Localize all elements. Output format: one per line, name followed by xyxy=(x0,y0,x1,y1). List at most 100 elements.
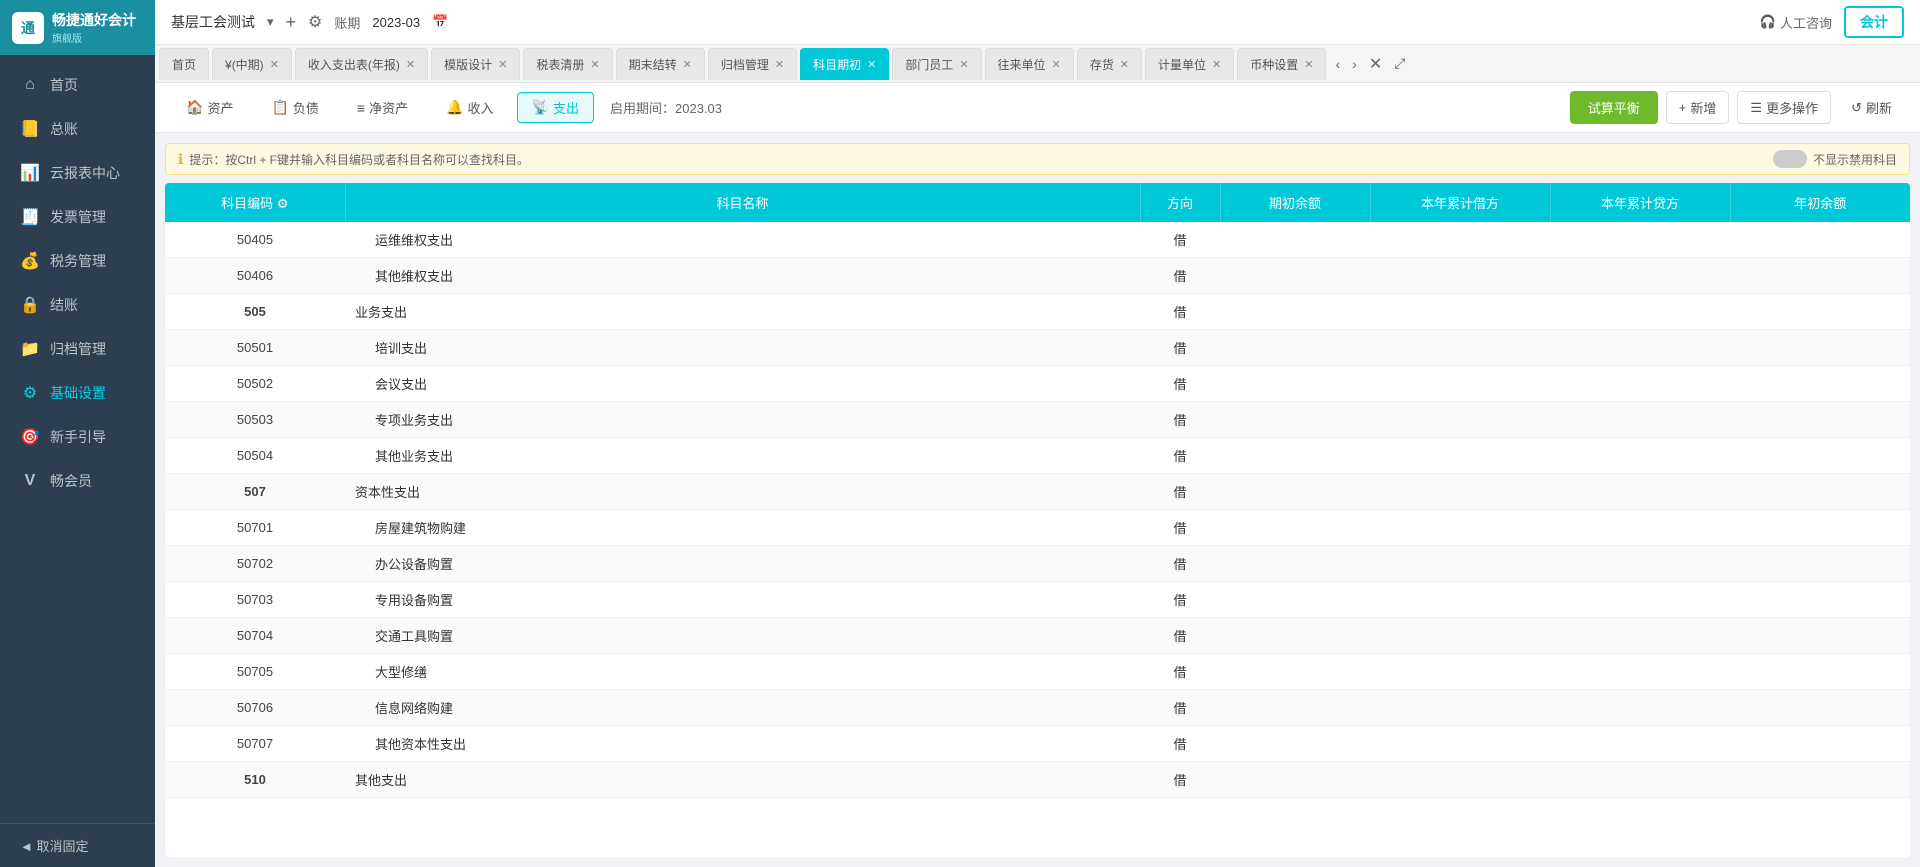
calendar-icon[interactable]: 📅 xyxy=(432,14,448,30)
table-row[interactable]: 510 其他支出 借 xyxy=(165,762,1910,798)
tab-inventory[interactable]: 存货 ✕ xyxy=(1077,48,1142,80)
cell-dir: 借 xyxy=(1140,474,1220,510)
sidebar-item-close[interactable]: 🔒 结账 xyxy=(0,283,155,327)
sidebar-item-label: 总账 xyxy=(50,119,78,139)
table-row[interactable]: 50706 信息网络购建 借 xyxy=(165,690,1910,726)
cell-name: 其他支出 xyxy=(345,762,1140,798)
cell-code: 50707 xyxy=(165,726,345,762)
sidebar-item-invoice[interactable]: 🧾 发票管理 xyxy=(0,195,155,239)
tab-unit[interactable]: 计量单位 ✕ xyxy=(1145,48,1234,80)
tab-close-icon[interactable]: ✕ xyxy=(1052,58,1061,71)
tab-subjectperiod[interactable]: 科目期初 ✕ xyxy=(800,48,889,80)
company-dropdown[interactable]: ▾ xyxy=(267,14,274,30)
sidebar-item-reports[interactable]: 📊 云报表中心 xyxy=(0,151,155,195)
income-btn[interactable]: 🔔 收入 xyxy=(431,92,508,123)
tab-partner[interactable]: 往来单位 ✕ xyxy=(985,48,1074,80)
cell-name: 专项业务支出 xyxy=(345,402,1140,438)
table-row[interactable]: 50504 其他业务支出 借 xyxy=(165,438,1910,474)
refresh-icon: ↺ xyxy=(1851,100,1862,116)
tab-dept[interactable]: 部门员工 ✕ xyxy=(892,48,981,80)
column-settings-icon[interactable]: ⚙ xyxy=(277,196,289,212)
table-row[interactable]: 50406 其他维权支出 借 xyxy=(165,258,1910,294)
tab-close-icon[interactable]: ✕ xyxy=(498,58,507,71)
table-row[interactable]: 505 业务支出 借 xyxy=(165,294,1910,330)
table-row[interactable]: 50704 交通工具购置 借 xyxy=(165,618,1910,654)
asset-label: 资产 xyxy=(207,98,233,117)
tab-close-icon[interactable]: ✕ xyxy=(406,58,415,71)
table-row[interactable]: 50503 专项业务支出 借 xyxy=(165,402,1910,438)
table-row[interactable]: 50703 专用设备购置 借 xyxy=(165,582,1910,618)
toggle-label: 不显示禁用科目 xyxy=(1813,151,1897,168)
tab-close-icon[interactable]: ✕ xyxy=(683,58,692,71)
tab-currency[interactable]: 币种设置 ✕ xyxy=(1237,48,1326,80)
cell-dir: 借 xyxy=(1140,402,1220,438)
cell-credit xyxy=(1550,330,1730,366)
cell-year-balance xyxy=(1730,726,1910,762)
tab-close-icon[interactable]: ✕ xyxy=(959,58,968,71)
refresh-btn[interactable]: ↺ 刷新 xyxy=(1839,92,1904,123)
balance-btn[interactable]: 试算平衡 xyxy=(1570,91,1658,124)
collapse-btn[interactable]: ◄ 取消固定 xyxy=(0,823,155,867)
table-row[interactable]: 50405 运维维权支出 借 xyxy=(165,222,1910,258)
more-btn[interactable]: ☰ 更多操作 xyxy=(1737,91,1831,124)
add-btn[interactable]: + 新增 xyxy=(1666,91,1730,124)
cell-name: 专用设备购置 xyxy=(345,582,1140,618)
liability-btn[interactable]: 📋 负债 xyxy=(256,92,333,123)
tab-template[interactable]: 模版设计 ✕ xyxy=(431,48,520,80)
service-btn[interactable]: 🎧 人工咨询 xyxy=(1760,13,1832,32)
tabs-close-all-btn[interactable]: ✕ xyxy=(1363,52,1388,76)
tab-close-icon[interactable]: ✕ xyxy=(590,58,599,71)
table-row[interactable]: 50702 办公设备购置 借 xyxy=(165,546,1910,582)
tabs-next-btn[interactable]: › xyxy=(1346,54,1363,74)
cell-year-balance xyxy=(1730,510,1910,546)
cell-code: 50503 xyxy=(165,402,345,438)
tab-close-icon[interactable]: ✕ xyxy=(1304,58,1313,71)
table-row[interactable]: 50502 会议支出 借 xyxy=(165,366,1910,402)
tab-close-icon[interactable]: ✕ xyxy=(1120,58,1129,71)
expense-btn[interactable]: 📡 支出 xyxy=(517,92,594,123)
cell-balance xyxy=(1220,726,1370,762)
tabs-expand-btn[interactable]: ⤢ xyxy=(1388,53,1411,74)
settings-icon: ⚙ xyxy=(20,383,40,403)
cell-code: 50701 xyxy=(165,510,345,546)
asset-btn[interactable]: 🏠 资产 xyxy=(171,92,248,123)
sidebar-item-settings[interactable]: ⚙ 基础设置 xyxy=(0,371,155,415)
cell-year-balance xyxy=(1730,294,1910,330)
tab-label: 归档管理 xyxy=(721,56,769,73)
tab-close-icon[interactable]: ✕ xyxy=(775,58,784,71)
sidebar-item-home[interactable]: ⌂ 首页 xyxy=(0,63,155,107)
toggle-switch[interactable] xyxy=(1773,150,1807,168)
tab-close-icon[interactable]: ✕ xyxy=(270,58,279,71)
cell-name: 其他业务支出 xyxy=(345,438,1140,474)
sidebar-item-guide[interactable]: 🎯 新手引导 xyxy=(0,415,155,459)
account-period-value: 2023-03 xyxy=(372,15,420,30)
disabled-toggle[interactable]: 不显示禁用科目 xyxy=(1773,150,1897,168)
table-row[interactable]: 507 资本性支出 借 xyxy=(165,474,1910,510)
net-asset-btn[interactable]: ≡ 净资产 xyxy=(342,92,423,123)
cell-year-balance xyxy=(1730,762,1910,798)
tab-yearend[interactable]: 期末结转 ✕ xyxy=(616,48,705,80)
table-row[interactable]: 50701 房屋建筑物购建 借 xyxy=(165,510,1910,546)
add-company-btn[interactable]: + xyxy=(286,12,297,33)
sidebar-item-tax[interactable]: 💰 税务管理 xyxy=(0,239,155,283)
sidebar-item-member[interactable]: V 畅会员 xyxy=(0,459,155,503)
cell-dir: 借 xyxy=(1140,222,1220,258)
col-header-credit: 本年累计贷方 xyxy=(1550,183,1730,222)
cell-dir: 借 xyxy=(1140,294,1220,330)
table-row[interactable]: 50705 大型修缮 借 xyxy=(165,654,1910,690)
header-settings-icon[interactable]: ⚙ xyxy=(308,12,322,32)
table-row[interactable]: 50707 其他资本性支出 借 xyxy=(165,726,1910,762)
tab-close-icon[interactable]: ✕ xyxy=(1212,58,1221,71)
table-row[interactable]: 50501 培训支出 借 xyxy=(165,330,1910,366)
tab-close-icon[interactable]: ✕ xyxy=(867,58,876,71)
guide-icon: 🎯 xyxy=(20,427,40,447)
sidebar-item-ledger[interactable]: 📒 总账 xyxy=(0,107,155,151)
tab-archive[interactable]: 归档管理 ✕ xyxy=(708,48,797,80)
tab-mid[interactable]: ¥(中期) ✕ xyxy=(212,48,292,80)
tab-income[interactable]: 收入支出表(年报) ✕ xyxy=(295,48,428,80)
tabs-prev-btn[interactable]: ‹ xyxy=(1329,54,1346,74)
sidebar-item-archive[interactable]: 📁 归档管理 xyxy=(0,327,155,371)
tab-home[interactable]: 首页 xyxy=(159,48,209,80)
account-btn[interactable]: 会计 xyxy=(1844,6,1904,38)
tab-taxform[interactable]: 税表清册 ✕ xyxy=(523,48,612,80)
